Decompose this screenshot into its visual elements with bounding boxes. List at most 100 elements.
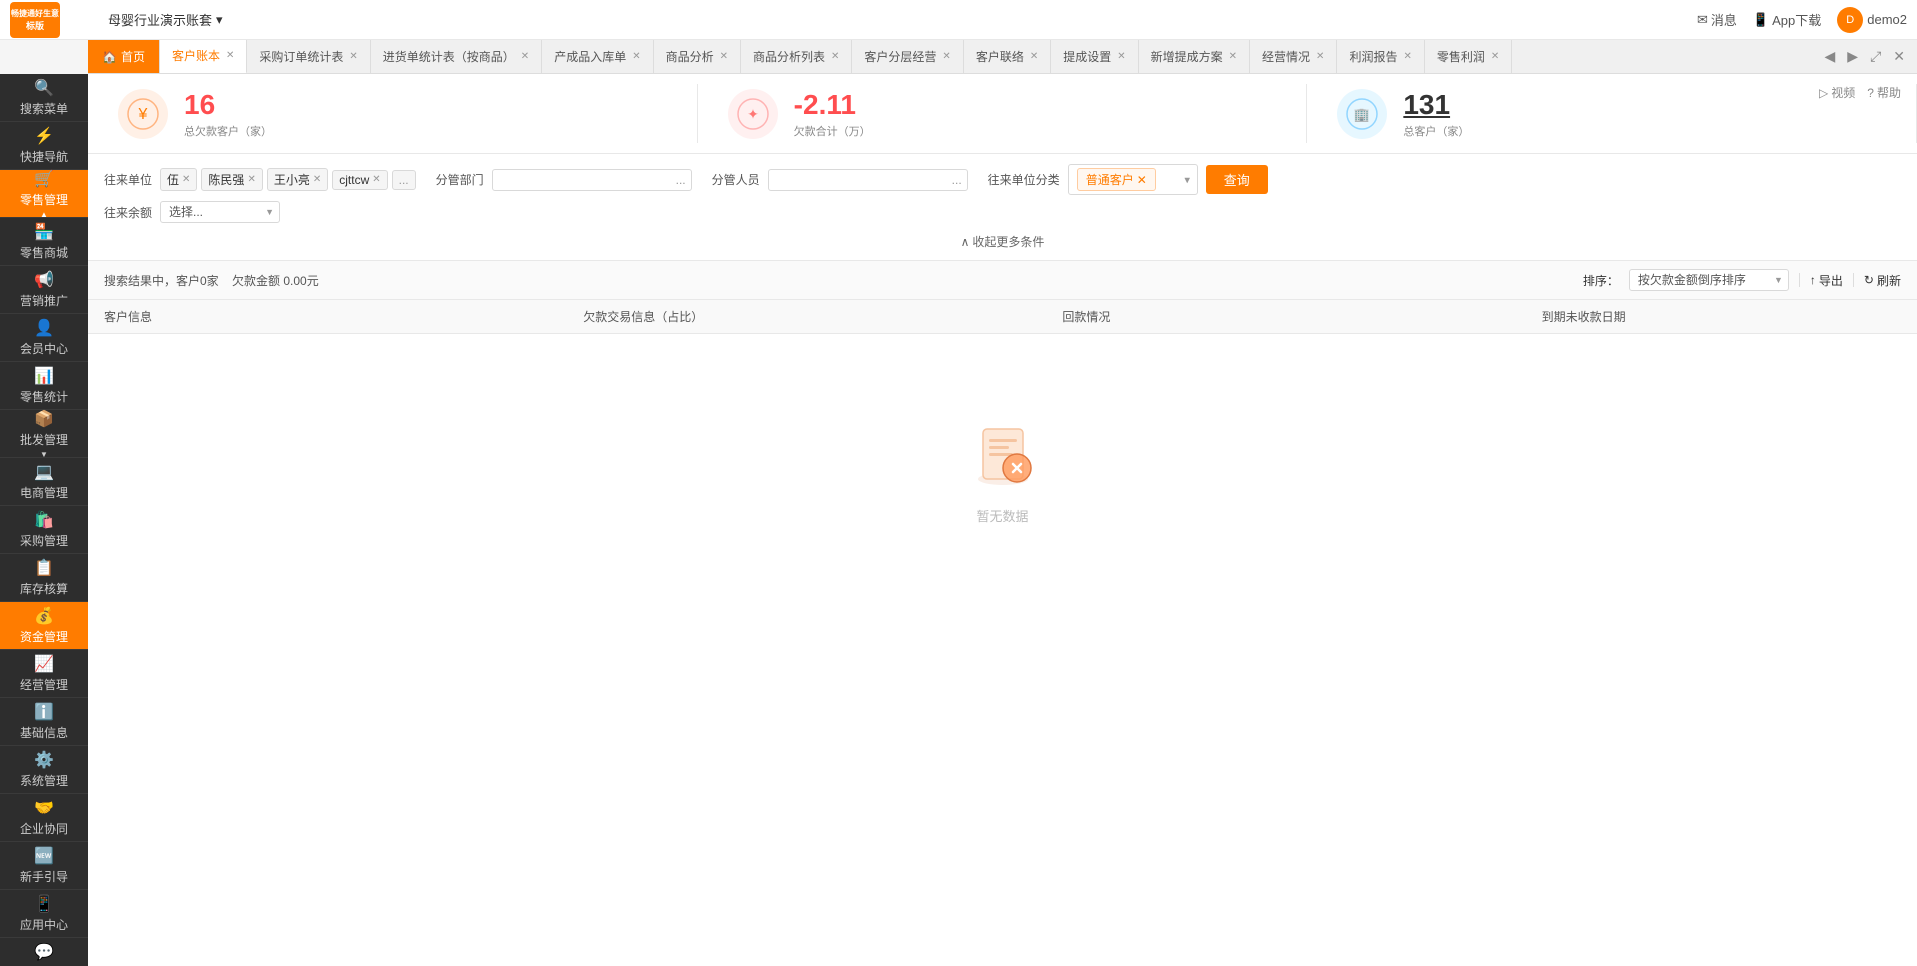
sidebar-item-purchase[interactable]: 🛍️ 采购管理 <box>0 506 88 554</box>
sidebar-item-members[interactable]: 👤 会员中心 <box>0 314 88 362</box>
tab-close-icon[interactable]: ✕ <box>1491 51 1499 62</box>
tab-close-icon[interactable]: ✕ <box>1229 51 1237 62</box>
unit-type-select-wrap: 普通客户 ✕ ▼ <box>1068 164 1198 195</box>
tab-product-analysis-list[interactable]: 商品分析列表 ✕ <box>741 40 852 74</box>
export-icon: ↑ <box>1810 273 1816 287</box>
tab-left-icon[interactable]: ◀ <box>1821 46 1840 67</box>
sidebar-item-finance[interactable]: 💰 资金管理 <box>0 602 88 650</box>
tab-right-icon[interactable]: ▶ <box>1843 46 1862 67</box>
main-layout: ¥ 16 总欠款客户（家） ✦ -2.11 欠款合计（万） <box>0 74 1917 966</box>
sidebar-item-operation[interactable]: 📈 经营管理 <box>0 650 88 698</box>
sidebar-item-marketing[interactable]: 📢 营销推广 <box>0 266 88 314</box>
person-input[interactable] <box>768 169 968 191</box>
tab-close-icon[interactable]: ✕ <box>1117 51 1125 62</box>
tag-wang[interactable]: 王小亮 ✕ <box>267 168 328 191</box>
tab-product-analysis[interactable]: 商品分析 ✕ <box>654 40 741 74</box>
app-download-link[interactable]: 📱 App下载 <box>1753 10 1821 29</box>
tab-close-icon[interactable]: ✕ <box>1030 51 1038 62</box>
balance-select[interactable]: 选择... <box>160 201 280 223</box>
message-link[interactable]: ✉ 消息 <box>1697 10 1737 29</box>
tag-cjttcw[interactable]: cjttcw ✕ <box>332 170 387 190</box>
sidebar-item-label: 新手引导 <box>20 868 68 885</box>
sidebar-item-wholesale[interactable]: 📦 批发管理 ▼ <box>0 410 88 458</box>
divider2 <box>1853 273 1854 287</box>
sidebar-item-basic[interactable]: ℹ️ 基础信息 <box>0 698 88 746</box>
tag-remove-icon[interactable]: ✕ <box>372 174 380 185</box>
tab-finished-goods[interactable]: 产成品入库单 ✕ <box>542 40 653 74</box>
sidebar-item-retail[interactable]: 🛒 零售管理 ▲ <box>0 170 88 218</box>
person-dots[interactable]: ... <box>952 173 962 187</box>
sidebar: 🔍 搜索菜单 ⚡ 快捷导航 🛒 零售管理 ▲ 🏪 零售商城 📢 营销推广 👤 会… <box>0 74 88 966</box>
retail-icon: 🛒 <box>34 169 54 189</box>
filter-row-1: 往来单位 伍 ✕ 陈民强 ✕ 王小亮 ✕ cjttcw <box>104 164 1901 195</box>
sidebar-item-quicknav[interactable]: ⚡ 快捷导航 <box>0 122 88 170</box>
tab-profit-report[interactable]: 利润报告 ✕ <box>1337 40 1424 74</box>
sidebar-item-newbie[interactable]: 🆕 新手引导 <box>0 842 88 890</box>
tab-commission-settings[interactable]: 提成设置 ✕ <box>1051 40 1138 74</box>
system-icon: ⚙️ <box>34 750 54 770</box>
tag-wu[interactable]: 伍 ✕ <box>160 168 197 191</box>
sidebar-item-inventory[interactable]: 📋 库存核算 <box>0 554 88 602</box>
help-link[interactable]: ? 帮助 <box>1867 84 1901 101</box>
header-right: ✉ 消息 📱 App下载 D demo2 <box>1697 7 1907 33</box>
sidebar-item-system[interactable]: ⚙️ 系统管理 <box>0 746 88 794</box>
tab-customer-ledger[interactable]: 客户账本 ✕ <box>160 40 247 74</box>
sidebar-item-appstore[interactable]: 📱 应用中心 <box>0 890 88 938</box>
tab-close-icon[interactable]: ✕ <box>226 50 234 61</box>
query-button[interactable]: 查询 <box>1206 165 1268 194</box>
dept-dots[interactable]: ... <box>676 173 686 187</box>
members-icon: 👤 <box>34 318 54 338</box>
tab-close-icon[interactable]: ✕ <box>831 51 839 62</box>
result-info: 搜索结果中，客户0家 欠款金额 0.00元 <box>104 272 319 289</box>
tag-remove-icon[interactable]: ✕ <box>247 174 255 185</box>
empty-state: 暂无数据 <box>88 334 1917 605</box>
dept-input[interactable] <box>492 169 692 191</box>
table-header: 客户信息 欠款交易信息（占比） 回款情况 到期未收款日期 <box>88 300 1917 334</box>
tab-new-commission[interactable]: 新增提成方案 ✕ <box>1139 40 1250 74</box>
sidebar-item-ecommerce[interactable]: 💻 电商管理 <box>0 458 88 506</box>
unit-type-selector[interactable]: 普通客户 ✕ <box>1068 164 1198 195</box>
tab-maximize-icon[interactable]: ⤢ <box>1866 46 1885 67</box>
tab-close-icon[interactable]: ✕ <box>942 51 950 62</box>
top-header: 畅捷通好生意 标版 母婴行业演示账套 ▾ ✉ 消息 📱 App下载 D demo… <box>0 0 1917 40</box>
tab-close-icon[interactable]: ✕ <box>1403 51 1411 62</box>
tab-operations[interactable]: 经营情况 ✕ <box>1250 40 1337 74</box>
tab-purchase-stats[interactable]: 采购订单统计表 ✕ <box>247 40 370 74</box>
tab-customer-contact[interactable]: 客户联络 ✕ <box>964 40 1051 74</box>
tab-close-icon[interactable]: ✕ <box>349 51 357 62</box>
tab-stock-stats[interactable]: 进货单统计表（按商品） ✕ <box>371 40 542 74</box>
tag-remove-icon[interactable]: ✕ <box>313 174 321 185</box>
category-tag-remove[interactable]: ✕ <box>1137 173 1147 187</box>
account-selector[interactable]: 母婴行业演示账套 ▾ <box>108 10 1697 29</box>
collapse-button[interactable]: ∧ 收起更多条件 <box>961 233 1045 250</box>
tab-close-icon[interactable]: ✕ <box>632 51 640 62</box>
tag-remove-icon[interactable]: ✕ <box>182 174 190 185</box>
tab-home[interactable]: 🏠 首页 <box>88 40 160 74</box>
export-link[interactable]: ↑ 导出 <box>1810 272 1843 289</box>
newbie-icon: 🆕 <box>34 846 54 866</box>
video-link[interactable]: ▷ 视频 <box>1819 84 1855 101</box>
sidebar-item-retail-stats[interactable]: 📊 零售统计 <box>0 362 88 410</box>
tab-close-icon[interactable]: ✕ <box>1316 51 1324 62</box>
dept-label: 分管部门 <box>436 171 484 188</box>
message-icon: ✉ <box>1697 12 1708 28</box>
tag-chen[interactable]: 陈民强 ✕ <box>201 168 262 191</box>
sidebar-item-search[interactable]: 🔍 搜索菜单 <box>0 74 88 122</box>
tab-retail-profit[interactable]: 零售利润 ✕ <box>1425 40 1512 74</box>
tab-close-icon[interactable]: ✕ <box>521 51 529 62</box>
customers-number: 16 <box>184 88 272 122</box>
svg-text:🏢: 🏢 <box>1354 107 1370 122</box>
sidebar-item-wechat[interactable]: 💬 企业微信 <box>0 938 88 966</box>
sidebar-item-corp[interactable]: 🤝 企业协同 <box>0 794 88 842</box>
tab-close-all-icon[interactable]: ✕ <box>1889 46 1909 67</box>
sidebar-item-mall[interactable]: 🏪 零售商城 <box>0 218 88 266</box>
tag-more[interactable]: ... <box>392 170 416 190</box>
sidebar-item-label: 企业协同 <box>20 820 68 837</box>
empty-text: 暂无数据 <box>976 506 1028 525</box>
tab-customer-segment[interactable]: 客户分层经营 ✕ <box>852 40 963 74</box>
refresh-link[interactable]: ↻ 刷新 <box>1864 272 1901 289</box>
user-area[interactable]: D demo2 <box>1837 7 1907 33</box>
tab-close-icon[interactable]: ✕ <box>720 51 728 62</box>
th-debt-info: 欠款交易信息（占比） <box>583 308 1062 325</box>
sort-select[interactable]: 按欠款金额倒序排序 <box>1629 269 1789 291</box>
